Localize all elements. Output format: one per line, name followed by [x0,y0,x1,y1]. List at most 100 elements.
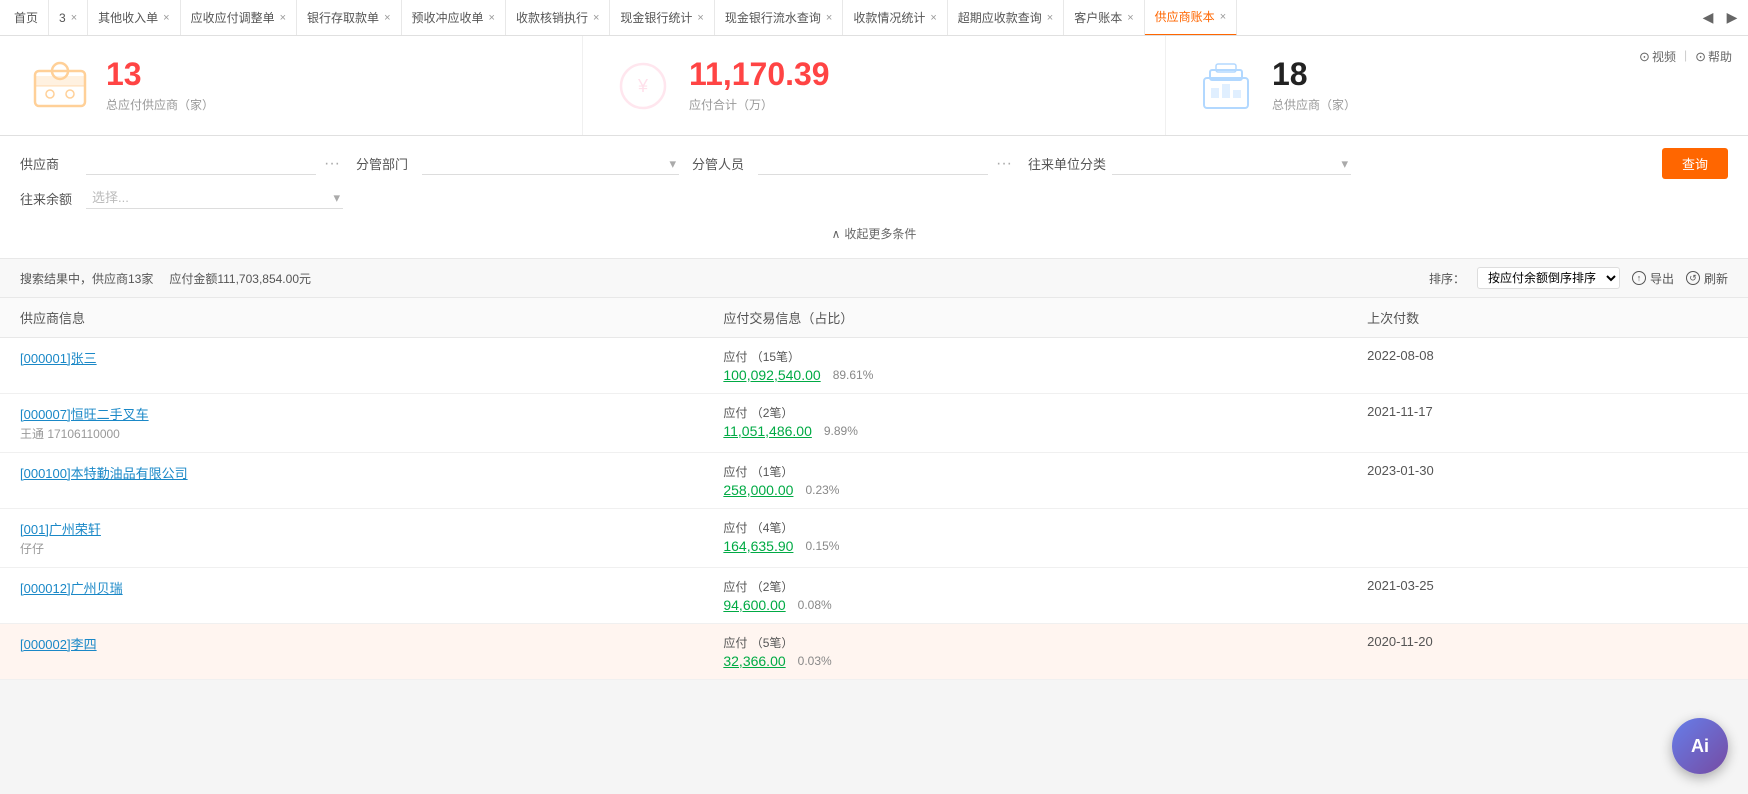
nav-next-button[interactable]: ▶ [1720,0,1744,36]
balance-label: 往来余额 [20,189,80,208]
filter-row-1: 供应商 ··· 分管部门 ▾ 分管人员 ··· 往来单位分类 ▾ 查询 [20,148,1728,179]
tx-amount[interactable]: 32,366.00 [723,653,785,669]
close-tab-prepay-offset-icon[interactable]: × [489,12,495,24]
total-suppliers-label: 总供应商（家） [1272,96,1356,113]
supplier-link[interactable]: [001]广州荣轩 [20,522,101,537]
close-tab-customer-account-icon[interactable]: × [1127,12,1133,24]
category-chevron-icon[interactable]: ▾ [1341,156,1348,172]
summary-card2-content: 11,170.39 应付合计（万） [689,58,830,113]
person-dots-icon[interactable]: ··· [996,155,1012,173]
video-link[interactable]: ⊙ 视频 [1639,48,1676,65]
close-tab-bank-deposit-icon[interactable]: × [384,12,390,24]
table-row: [000012]广州贝瑞应付 （2笔）94,600.000.08%2021-03… [0,568,1748,624]
col-header-supplier: 供应商信息 [0,298,703,338]
tx-amount[interactable]: 258,000.00 [723,482,793,498]
supplier-label: 供应商 [20,154,80,173]
transaction-cell: 应付 （2笔）11,051,486.009.89% [703,394,1347,453]
help-link[interactable]: ⊙ 帮助 [1695,48,1732,65]
nav-tab-collection-stat[interactable]: 收款情况统计 × [843,0,947,36]
transaction-cell: 应付 （5笔） 32,366.00 0.03% [703,624,1347,680]
help-circle-icon: ⊙ [1695,49,1706,65]
last-pay-cell: 2021-11-17 [1347,394,1708,453]
close-tab-cash-bank-stat-icon[interactable]: × [697,12,703,24]
total-suppliers-icon [1196,56,1256,116]
supplier-link[interactable]: [000001]张三 [20,351,97,366]
nav-tab-supplier-account[interactable]: 供应商账本 × [1145,0,1237,36]
supplier-link[interactable]: [000012]广州贝瑞 [20,581,123,596]
filter-category: 往来单位分类 ▾ [1028,153,1348,175]
close-tab-ar-adjust-icon[interactable]: × [280,12,286,24]
person-input[interactable] [758,153,988,175]
close-tab-3-icon[interactable]: × [71,12,77,24]
category-label: 往来单位分类 [1028,154,1106,173]
close-tab-receipt-verify-icon[interactable]: × [593,12,599,24]
filter-dept: 分管部门 ▾ [356,153,676,175]
tx-amount[interactable]: 100,092,540.00 [723,367,820,383]
close-tab-overdue-query-icon[interactable]: × [1047,12,1053,24]
tx-percent: 0.08% [798,598,832,612]
nav-tab-other-income[interactable]: 其他收入单 × [88,0,180,36]
last-pay-cell: 2021-03-25 [1347,568,1708,624]
header-links: ⊙ 视频 | ⊙ 帮助 [1639,48,1732,65]
summary-bar: 13 总应付供应商（家） ¥ 11,170.39 应付合计（万） [0,36,1748,136]
export-button[interactable]: ↑ 导出 [1632,270,1674,287]
table-header-row: 供应商信息 应付交易信息（占比） 上次付数 [0,298,1748,338]
person-label: 分管人员 [692,154,752,173]
tx-percent: 0.15% [805,539,839,553]
nav-prev-button[interactable]: ◀ [1696,0,1720,36]
supplier-input[interactable] [86,153,316,175]
tx-percent: 0.03% [798,654,832,668]
summary-card-payable-total: ¥ 11,170.39 应付合计（万） [583,36,1166,135]
supplier-cell: [000001]张三 [0,338,703,394]
payable-total-label: 应付合计（万） [689,96,830,113]
nav-tab-bank-deposit[interactable]: 银行存取款单 × [297,0,401,36]
col-header-last-pay: 上次付数 [1347,298,1708,338]
tx-amount[interactable]: 11,051,486.00 [723,423,812,439]
dept-input[interactable] [422,153,679,175]
balance-chevron-icon[interactable]: ▾ [333,190,340,206]
close-tab-collection-stat-icon[interactable]: × [930,12,936,24]
result-info: 搜索结果中，供应商13家 应付金额111,703,854.00元 [20,270,311,287]
nav-tab-ar-adjust[interactable]: 应收应付调整单 × [181,0,297,36]
total-suppliers-value: 18 [1272,58,1356,90]
nav-tab-cash-bank-flow[interactable]: 现金银行流水查询 × [715,0,843,36]
close-tab-other-income-icon[interactable]: × [163,12,169,24]
collapse-button[interactable]: ∧ 收起更多条件 [20,221,1728,246]
tx-count: 应付 （4笔） [723,519,1327,536]
supplier-cell: [000100]本特勤油品有限公司 [0,453,703,509]
last-pay-cell [1347,509,1708,568]
nav-tab-receipt-verify[interactable]: 收款核销执行 × [506,0,610,36]
transaction-cell: 应付 （15笔）100,092,540.0089.61% [703,338,1347,394]
result-supplier-count: 搜索结果中，供应商13家 [20,270,153,287]
tx-amount[interactable]: 164,635.90 [723,538,793,554]
nav-tab-overdue-query[interactable]: 超期应收款查询 × [948,0,1064,36]
close-tab-cash-bank-flow-icon[interactable]: × [826,12,832,24]
transaction-cell: 应付 （1笔）258,000.000.23% [703,453,1347,509]
ai-assistant-button[interactable]: Ai [1672,718,1728,774]
tx-amount[interactable]: 94,600.00 [723,597,785,613]
balance-input[interactable] [86,187,343,209]
supplier-link[interactable]: [000007]恒旺二手叉车 [20,407,149,422]
supplier-link[interactable]: [000002]李四 [20,637,97,652]
nav-tab-customer-account[interactable]: 客户账本 × [1064,0,1144,36]
nav-tab-cash-bank-stat[interactable]: 现金银行统计 × [610,0,714,36]
table-container: 供应商信息 应付交易信息（占比） 上次付数 [000001]张三 应付 （15笔）… [0,298,1748,680]
filter-balance: 往来余额 ▾ [20,187,340,209]
supplier-dots-icon[interactable]: ··· [324,155,340,173]
nav-tab-prepay-offset[interactable]: 预收冲应收单 × [402,0,506,36]
last-pay-cell: 2022-08-08 [1347,338,1708,394]
category-input[interactable] [1112,153,1351,175]
nav-tab-3[interactable]: 3 × [49,0,88,36]
refresh-button[interactable]: ↺ 刷新 [1686,270,1728,287]
close-tab-supplier-account-icon[interactable]: × [1220,11,1226,23]
tx-count: 应付 （5笔） [723,634,1327,651]
supplier-link[interactable]: [000100]本特勤油品有限公司 [20,466,188,481]
result-bar: 搜索结果中，供应商13家 应付金额111,703,854.00元 排序： 按应付… [0,259,1748,298]
sort-select[interactable]: 按应付余额倒序排序 [1477,267,1620,289]
dept-chevron-icon[interactable]: ▾ [669,156,676,172]
payable-suppliers-label: 总应付供应商（家） [106,96,214,113]
nav-tab-home[interactable]: 首页 [4,0,49,36]
query-button[interactable]: 查询 [1662,148,1728,179]
top-navigation: 首页 3 × 其他收入单 × 应收应付调整单 × 银行存取款单 × 预收冲应收单… [0,0,1748,36]
payable-suppliers-value: 13 [106,58,214,90]
